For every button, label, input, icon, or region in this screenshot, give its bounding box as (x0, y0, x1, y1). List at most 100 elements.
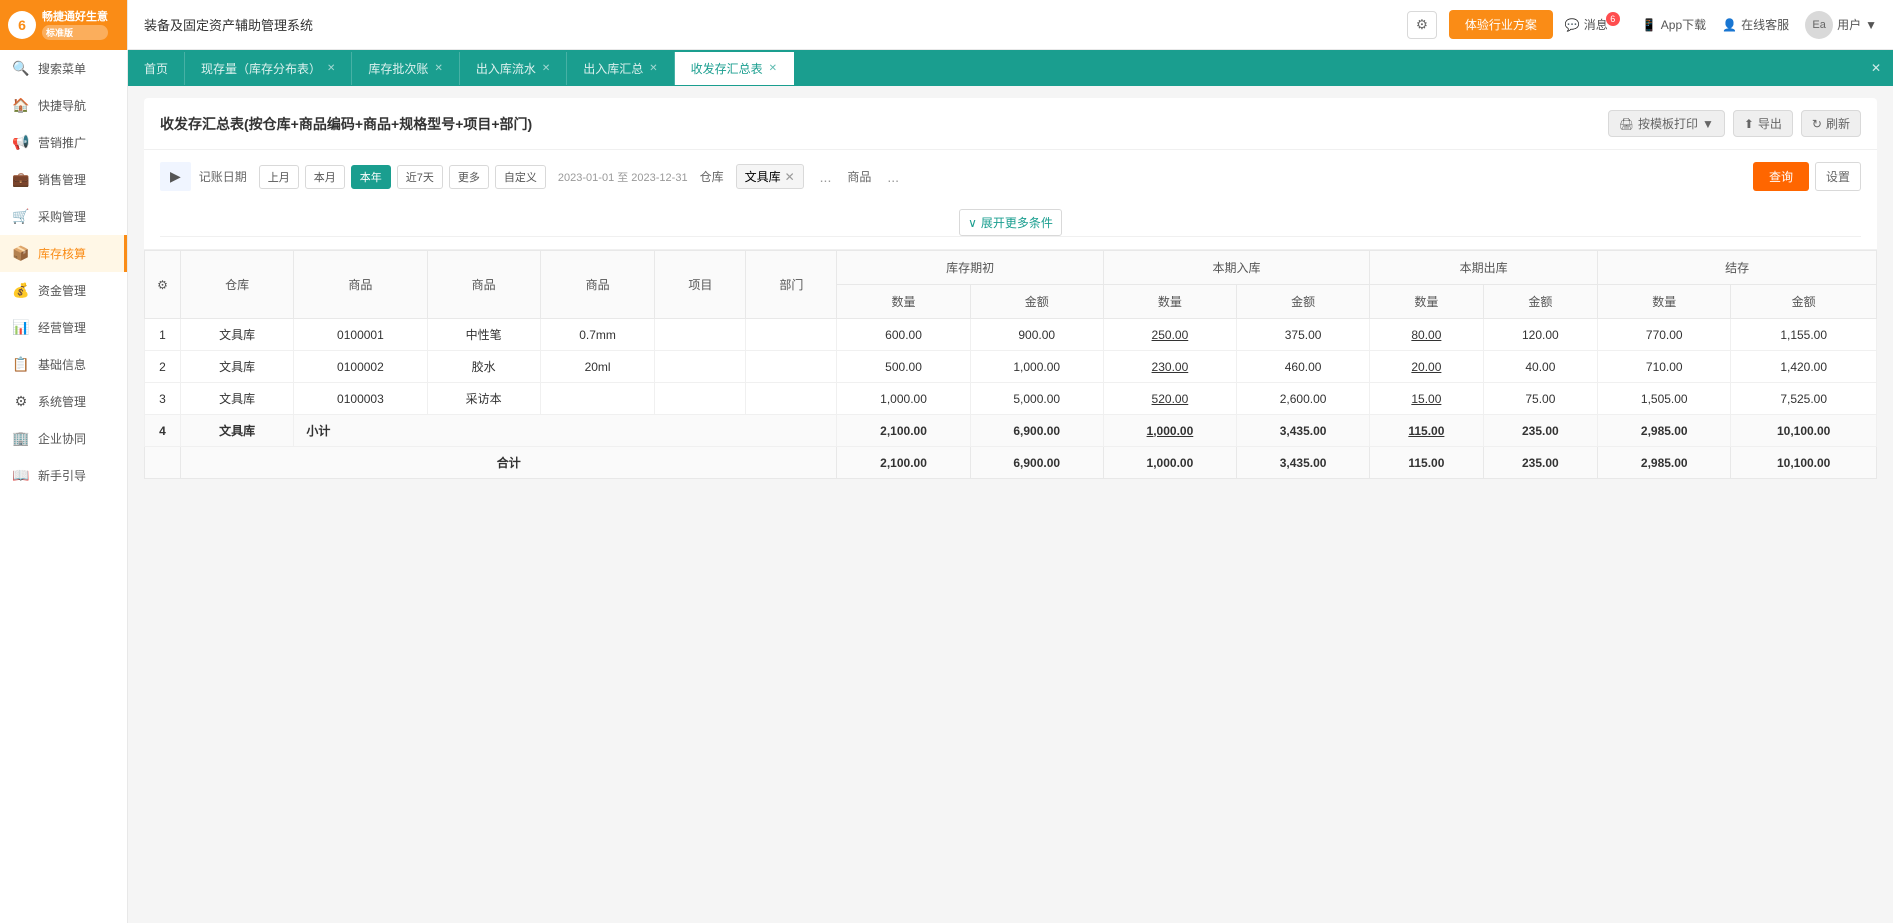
print-label: 按模板打印 (1638, 115, 1698, 132)
date-btn-this-year[interactable]: 本年 (351, 165, 391, 189)
col-opening-qty-header: 数量 (837, 285, 970, 319)
sidebar-item-quicknav[interactable]: 🏠 快捷导航 (0, 87, 127, 124)
sidebar-item-basicinfo[interactable]: 📋 基础信息 (0, 346, 127, 383)
sidebar-item-inventory[interactable]: 📦 库存核算 (0, 235, 127, 272)
sidebar-item-marketing[interactable]: 📢 营销推广 (0, 124, 127, 161)
operations-icon: 📊 (12, 319, 30, 336)
row2-out-qty[interactable]: 20.00 (1370, 351, 1483, 383)
sidebar-item-guide[interactable]: 📖 新手引导 (0, 457, 127, 494)
export-button[interactable]: ⬆ 导出 (1733, 110, 1793, 137)
filter-settings-button[interactable]: 设置 (1815, 162, 1861, 191)
row3-in-qty[interactable]: 520.00 (1103, 383, 1236, 415)
page-header: 收发存汇总表(按仓库+商品编码+商品+规格型号+项目+部门) 🖨 按模板打印 ▼… (144, 98, 1877, 150)
message-btn[interactable]: 💬 消息 6 (1565, 16, 1626, 33)
tab-stock-summary-close[interactable]: ✕ (769, 63, 777, 74)
row1-out-qty[interactable]: 80.00 (1370, 319, 1483, 351)
table-footer: 合计 2,100.00 6,900.00 1,000.00 3,435.00 1… (145, 447, 1877, 479)
row1-project (655, 319, 746, 351)
col-in-qty-header: 数量 (1103, 285, 1236, 319)
tab-batch-close[interactable]: ✕ (434, 63, 442, 74)
row2-in-qty[interactable]: 230.00 (1103, 351, 1236, 383)
tab-batch[interactable]: 库存批次账 ✕ (352, 52, 459, 85)
total-col-settings (145, 447, 181, 479)
row1-index: 1 (145, 319, 181, 351)
trial-button[interactable]: 体验行业方案 (1449, 10, 1553, 39)
sidebar-nav: 🔍 搜索菜单 🏠 快捷导航 📢 营销推广 💼 销售管理 🛒 采购管理 📦 库存核… (0, 50, 127, 923)
col-project-header: 项目 (655, 251, 746, 319)
sidebar-item-sales[interactable]: 💼 销售管理 (0, 161, 127, 198)
tabs-close-all[interactable]: ✕ (1859, 53, 1893, 83)
row3-closing-amt: 7,525.00 (1731, 383, 1877, 415)
col-out-header: 本期出库 (1370, 251, 1598, 285)
tab-inventory-dist[interactable]: 现存量（库存分布表） ✕ (185, 52, 352, 85)
col-out-amt-header: 金额 (1483, 285, 1598, 319)
date-btn-more[interactable]: 更多 (449, 165, 489, 189)
warehouse-tag[interactable]: 文具库 ✕ (736, 164, 804, 189)
app-download-btn[interactable]: 📱 App下载 (1642, 16, 1706, 33)
row2-in-amt: 460.00 (1237, 351, 1370, 383)
date-btn-custom[interactable]: 自定义 (495, 165, 546, 189)
tab-home-label: 首页 (144, 60, 168, 77)
col-goodsspec-header: 商品 (540, 251, 655, 319)
refresh-button[interactable]: ↻ 刷新 (1801, 110, 1861, 137)
expand-btn[interactable]: ∨ 展开更多条件 (959, 209, 1062, 236)
tab-inout-summary-label: 出入库汇总 (583, 60, 643, 77)
col-settings-header[interactable]: ⚙ (145, 251, 181, 319)
page-title: 收发存汇总表(按仓库+商品编码+商品+规格型号+项目+部门) (160, 114, 532, 134)
sidebar-item-search[interactable]: 🔍 搜索菜单 (0, 50, 127, 87)
sidebar-item-purchase-label: 采购管理 (38, 208, 86, 225)
print-button[interactable]: 🖨 按模板打印 ▼ (1608, 110, 1725, 137)
sidebar-item-enterprise[interactable]: 🏢 企业协同 (0, 420, 127, 457)
tab-inout-flow-close[interactable]: ✕ (542, 63, 550, 74)
tab-inout-summary[interactable]: 出入库汇总 ✕ (567, 52, 674, 85)
row1-goodsspec: 0.7mm (540, 319, 655, 351)
service-icon: 👤 (1722, 18, 1737, 32)
goods-ellipsis[interactable]: ... (883, 169, 903, 185)
filter-toggle-btn[interactable]: ▶ (160, 162, 191, 191)
date-filter: 上月 本月 本年 近7天 更多 自定义 (259, 165, 546, 189)
subtotal-warehouse: 文具库 (181, 415, 294, 447)
tab-inout-flow[interactable]: 出入库流水 ✕ (460, 52, 567, 85)
download-icon: 📱 (1642, 18, 1657, 32)
tab-home[interactable]: 首页 (128, 52, 185, 85)
query-button[interactable]: 查询 (1753, 162, 1809, 191)
col-opening-amt-header: 金额 (970, 285, 1103, 319)
subtotal-out-qty[interactable]: 115.00 (1370, 415, 1483, 447)
page-card: 收发存汇总表(按仓库+商品编码+商品+规格型号+项目+部门) 🖨 按模板打印 ▼… (144, 98, 1877, 479)
subtotal-in-qty[interactable]: 1,000.00 (1103, 415, 1236, 447)
content-area: 收发存汇总表(按仓库+商品编码+商品+规格型号+项目+部门) 🖨 按模板打印 ▼… (128, 86, 1893, 923)
warehouse-label: 仓库 (700, 168, 724, 185)
warehouse-tag-remove[interactable]: ✕ (785, 170, 795, 184)
tab-inout-summary-close[interactable]: ✕ (649, 63, 657, 74)
row1-opening-amt: 900.00 (970, 319, 1103, 351)
logo-icon: 6 (8, 11, 36, 39)
sidebar-item-finance[interactable]: 💰 资金管理 (0, 272, 127, 309)
row1-in-qty[interactable]: 250.00 (1103, 319, 1236, 351)
row3-opening-qty: 1,000.00 (837, 383, 970, 415)
sidebar-item-purchase[interactable]: 🛒 采购管理 (0, 198, 127, 235)
date-btn-7days[interactable]: 近7天 (397, 165, 443, 189)
col-in-amt-header: 金额 (1237, 285, 1370, 319)
table-subtotal-row: 4 文具库 小计 2,100.00 6,900.00 1,000.00 3,43… (145, 415, 1877, 447)
warehouse-ellipsis[interactable]: ... (816, 169, 836, 185)
row3-opening-amt: 5,000.00 (970, 383, 1103, 415)
sidebar-item-operations[interactable]: 📊 经营管理 (0, 309, 127, 346)
date-btn-this-month[interactable]: 本月 (305, 165, 345, 189)
tab-stock-summary[interactable]: 收发存汇总表 ✕ (675, 52, 794, 85)
sidebar-item-sales-label: 销售管理 (38, 171, 86, 188)
expand-icon: ∨ (968, 216, 977, 230)
row3-out-qty[interactable]: 15.00 (1370, 383, 1483, 415)
date-btn-last-month[interactable]: 上月 (259, 165, 299, 189)
online-service-btn[interactable]: 👤 在线客服 (1722, 16, 1789, 33)
sidebar-item-enterprise-label: 企业协同 (38, 430, 86, 447)
export-icon: ⬆ (1744, 117, 1754, 131)
total-in-amt: 3,435.00 (1237, 447, 1370, 479)
filter-area: ▶ 记账日期 上月 本月 本年 近7天 更多 自定义 (144, 150, 1877, 250)
user-menu[interactable]: Ea 用户 ▼ (1805, 11, 1877, 39)
tab-inventory-dist-close[interactable]: ✕ (327, 63, 335, 74)
sidebar-item-system[interactable]: ⚙ 系统管理 (0, 383, 127, 420)
gear-button[interactable]: ⚙ (1407, 11, 1437, 39)
row3-goodscode: 0100003 (294, 383, 427, 415)
total-label: 合计 (181, 447, 837, 479)
refresh-icon: ↻ (1812, 117, 1822, 131)
